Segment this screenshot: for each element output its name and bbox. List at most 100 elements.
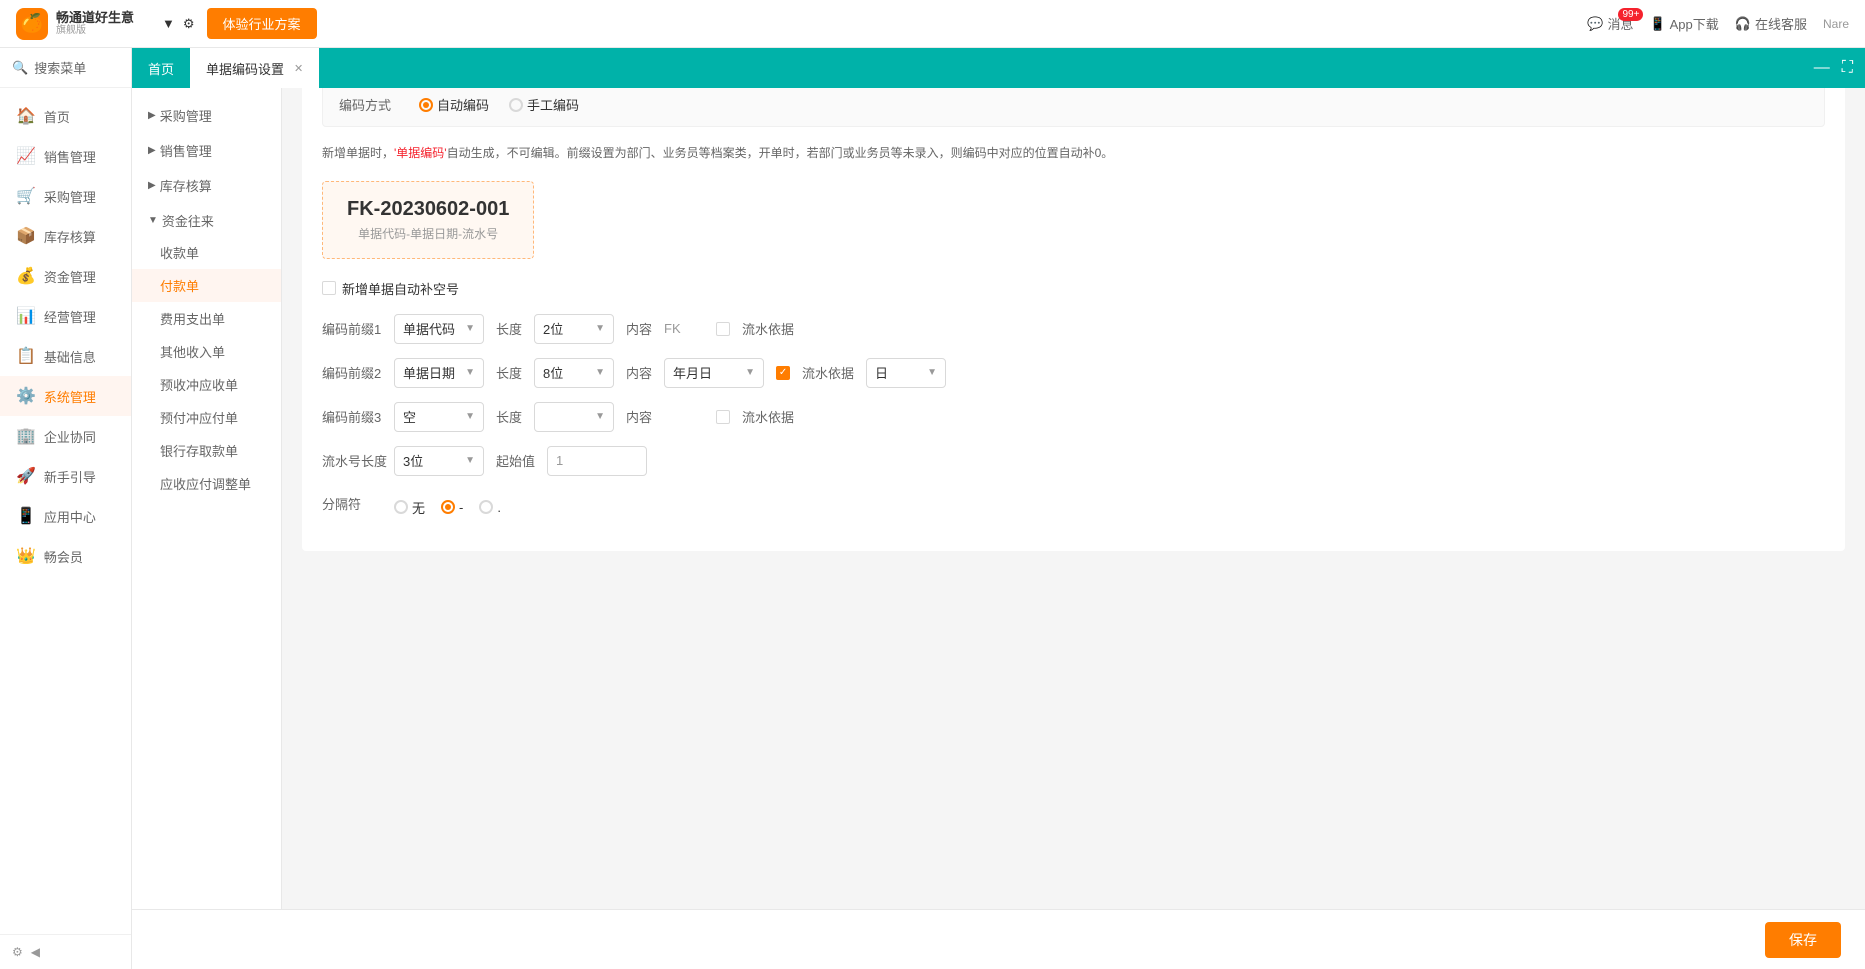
serial-length-arrow: ▼ bbox=[465, 455, 475, 466]
sidebar-item-enterprise[interactable]: 🏢 企业协同 bbox=[0, 416, 131, 456]
sidebar-menu: 🏠 首页 📈 销售管理 🛒 采购管理 📦 库存核算 💰 资金管理 📊 经营管理 … bbox=[0, 88, 131, 934]
sidebar-item-finance[interactable]: 💰 资金管理 bbox=[0, 256, 131, 296]
sub-nav-item-prepay-payable[interactable]: 预付冲应付单 bbox=[132, 401, 281, 434]
sub-nav-sales-label: 销售管理 bbox=[160, 141, 212, 160]
sub-nav-inventory-label: 库存核算 bbox=[160, 176, 212, 195]
logo-area: 🍊 畅通道好生意 旗舰版 bbox=[16, 8, 134, 40]
tab-encoding[interactable]: 单据编码设置 ✕ bbox=[190, 48, 319, 88]
search-icon: 🔍 bbox=[12, 60, 28, 76]
encoding-method-label: 编码方式 bbox=[339, 95, 391, 114]
sub-nav-item-prepay-receivable[interactable]: 预收冲应收单 bbox=[132, 368, 281, 401]
download-btn[interactable]: 📱 App下载 bbox=[1649, 14, 1718, 33]
sub-nav-item-expense[interactable]: 费用支出单 bbox=[132, 302, 281, 335]
sidebar-item-finance-label: 资金管理 bbox=[44, 267, 96, 286]
prefix3-length-select[interactable]: ▼ bbox=[534, 402, 614, 432]
sidebar-item-basic[interactable]: 📋 基础信息 bbox=[0, 336, 131, 376]
sub-nav-item-payment[interactable]: 付款单 bbox=[132, 269, 281, 302]
sidebar-item-inventory[interactable]: 📦 库存核算 bbox=[0, 216, 131, 256]
serial-length-select[interactable]: 3位 ▼ bbox=[394, 446, 484, 476]
service-label: 在线客服 bbox=[1755, 14, 1807, 33]
header-right: 💬 消息 99+ 📱 App下载 🎧 在线客服 Nare bbox=[1587, 14, 1849, 33]
sub-nav-header-inventory[interactable]: ▶ 库存核算 bbox=[132, 170, 281, 201]
sub-nav-item-payable-adjust[interactable]: 应收应付调整单 bbox=[132, 467, 281, 500]
header-dropdown-arrow[interactable]: ▼ bbox=[162, 16, 175, 31]
tab-minimize-icon[interactable]: — bbox=[1814, 59, 1830, 77]
footer-collapse-icon[interactable]: ◀ bbox=[31, 945, 40, 959]
prefix3-length-arrow: ▼ bbox=[595, 411, 605, 422]
settings-card: 编码方式 自动编码 手工编码 新增单据时，'单据编码'自动生成，不可编辑。前缀设… bbox=[302, 62, 1845, 551]
prefix3-row: 编码前缀3 空 ▼ 长度 ▼ 内容 流水依据 bbox=[322, 402, 1825, 432]
prefix1-arrow: ▼ bbox=[465, 323, 475, 334]
prefix2-content-select[interactable]: 年月日 ▼ bbox=[664, 358, 764, 388]
prefix1-length-select[interactable]: 2位 ▼ bbox=[534, 314, 614, 344]
info-text: 新增单据时，'单据编码'自动生成，不可编辑。前缀设置为部门、业务员等档案类，开单… bbox=[322, 143, 1825, 165]
prefix3-select[interactable]: 空 ▼ bbox=[394, 402, 484, 432]
sep-dot-radio[interactable]: . bbox=[479, 500, 501, 515]
sidebar-item-sales-label: 销售管理 bbox=[44, 147, 96, 166]
sidebar-search[interactable]: 🔍 搜索菜单 bbox=[0, 48, 131, 88]
sep-none-radio[interactable]: 无 bbox=[394, 498, 425, 517]
sub-nav-purchase-label: 采购管理 bbox=[160, 106, 212, 125]
sidebar-item-guide[interactable]: 🚀 新手引导 bbox=[0, 456, 131, 496]
sidebar-item-purchase[interactable]: 🛒 采购管理 bbox=[0, 176, 131, 216]
sub-nav-group-inventory: ▶ 库存核算 bbox=[132, 170, 281, 201]
prefix1-length-arrow: ▼ bbox=[595, 323, 605, 334]
tab-maximize-icon[interactable]: ⛶ bbox=[1842, 59, 1853, 77]
prefix3-value: 空 bbox=[403, 407, 416, 426]
auto-fill-row: 新增单据自动补空号 bbox=[322, 279, 1825, 298]
serial-start-input[interactable] bbox=[547, 446, 647, 476]
prefix2-length-select[interactable]: 8位 ▼ bbox=[534, 358, 614, 388]
sidebar-item-system-label: 系统管理 bbox=[44, 387, 96, 406]
messages-badge: 99+ bbox=[1618, 8, 1643, 21]
sub-nav-header-purchase[interactable]: ▶ 采购管理 bbox=[132, 100, 281, 131]
auto-encoding-radio[interactable]: 自动编码 bbox=[419, 95, 489, 114]
messages-btn[interactable]: 💬 消息 99+ bbox=[1587, 14, 1633, 33]
prefix1-stream-checkbox[interactable] bbox=[716, 322, 730, 336]
prefix2-select[interactable]: 单据日期 ▼ bbox=[394, 358, 484, 388]
encoding-method-group: 编码方式 自动编码 手工编码 bbox=[322, 82, 1825, 127]
separator-label: 分隔符 bbox=[322, 494, 382, 513]
sub-nav-item-bank-deposit[interactable]: 银行存取款单 bbox=[132, 434, 281, 467]
prefix2-period-select[interactable]: 日 ▼ bbox=[866, 358, 946, 388]
sidebar-item-sales[interactable]: 📈 销售管理 bbox=[0, 136, 131, 176]
prefix1-content-label: 内容 bbox=[626, 319, 652, 338]
sidebar-item-apps[interactable]: 📱 应用中心 bbox=[0, 496, 131, 536]
prefix2-arrow: ▼ bbox=[465, 367, 475, 378]
auto-fill-label: 新增单据自动补空号 bbox=[342, 279, 459, 298]
bottom-bar: 保存 bbox=[132, 909, 1865, 969]
prefix2-stream-checkbox[interactable]: ✓ bbox=[776, 366, 790, 380]
sidebar-item-basic-label: 基础信息 bbox=[44, 347, 96, 366]
manual-encoding-radio[interactable]: 手工编码 bbox=[509, 95, 579, 114]
sidebar-item-system[interactable]: ⚙️ 系统管理 bbox=[0, 376, 131, 416]
prefix3-stream-checkbox[interactable] bbox=[716, 410, 730, 424]
sub-nav-item-other-income[interactable]: 其他收入单 bbox=[132, 335, 281, 368]
sidebar-item-operations[interactable]: 📊 经营管理 bbox=[0, 296, 131, 336]
prefix2-period-value: 日 bbox=[875, 363, 888, 382]
sub-nav-header-finance[interactable]: ▼ 资金往来 bbox=[132, 205, 281, 236]
tab-close-icon[interactable]: ✕ bbox=[294, 62, 303, 75]
top-header: 🍊 畅通道好生意 旗舰版 ▼ ⚙ 体验行业方案 💬 消息 99+ 📱 App下载… bbox=[0, 0, 1865, 48]
inventory-icon: 📦 bbox=[16, 226, 36, 246]
header-settings-icon[interactable]: ⚙ bbox=[183, 16, 195, 32]
sep-dash-radio[interactable]: - bbox=[441, 500, 463, 515]
sidebar-item-member[interactable]: 👑 畅会员 bbox=[0, 536, 131, 576]
service-btn[interactable]: 🎧 在线客服 bbox=[1735, 14, 1807, 33]
trial-btn[interactable]: 体验行业方案 bbox=[207, 8, 317, 39]
footer-settings-icon[interactable]: ⚙ bbox=[12, 945, 23, 959]
sub-nav-item-receipt[interactable]: 收款单 bbox=[132, 236, 281, 269]
header-left: 🍊 畅通道好生意 旗舰版 ▼ ⚙ 体验行业方案 bbox=[16, 8, 317, 40]
sidebar-item-operations-label: 经营管理 bbox=[44, 307, 96, 326]
tab-encoding-label: 单据编码设置 bbox=[206, 59, 284, 78]
header-nav: ▼ ⚙ bbox=[162, 16, 195, 32]
prefix2-content-arrow: ▼ bbox=[745, 367, 755, 378]
save-button[interactable]: 保存 bbox=[1765, 922, 1841, 958]
sidebar: 🔍 搜索菜单 🏠 首页 📈 销售管理 🛒 采购管理 📦 库存核算 💰 资金管理 … bbox=[0, 48, 132, 969]
sep-none-circle bbox=[394, 500, 408, 514]
prefix1-select[interactable]: 单据代码 ▼ bbox=[394, 314, 484, 344]
sub-nav-header-sales[interactable]: ▶ 销售管理 bbox=[132, 135, 281, 166]
tab-home[interactable]: 首页 bbox=[132, 48, 190, 88]
prefix2-row: 编码前缀2 单据日期 ▼ 长度 8位 ▼ 内容 年月日 ▼ ✓ 流水依据 日 ▼ bbox=[322, 358, 1825, 388]
sidebar-item-member-label: 畅会员 bbox=[44, 547, 83, 566]
auto-fill-checkbox[interactable] bbox=[322, 281, 336, 295]
sidebar-item-home[interactable]: 🏠 首页 bbox=[0, 96, 131, 136]
